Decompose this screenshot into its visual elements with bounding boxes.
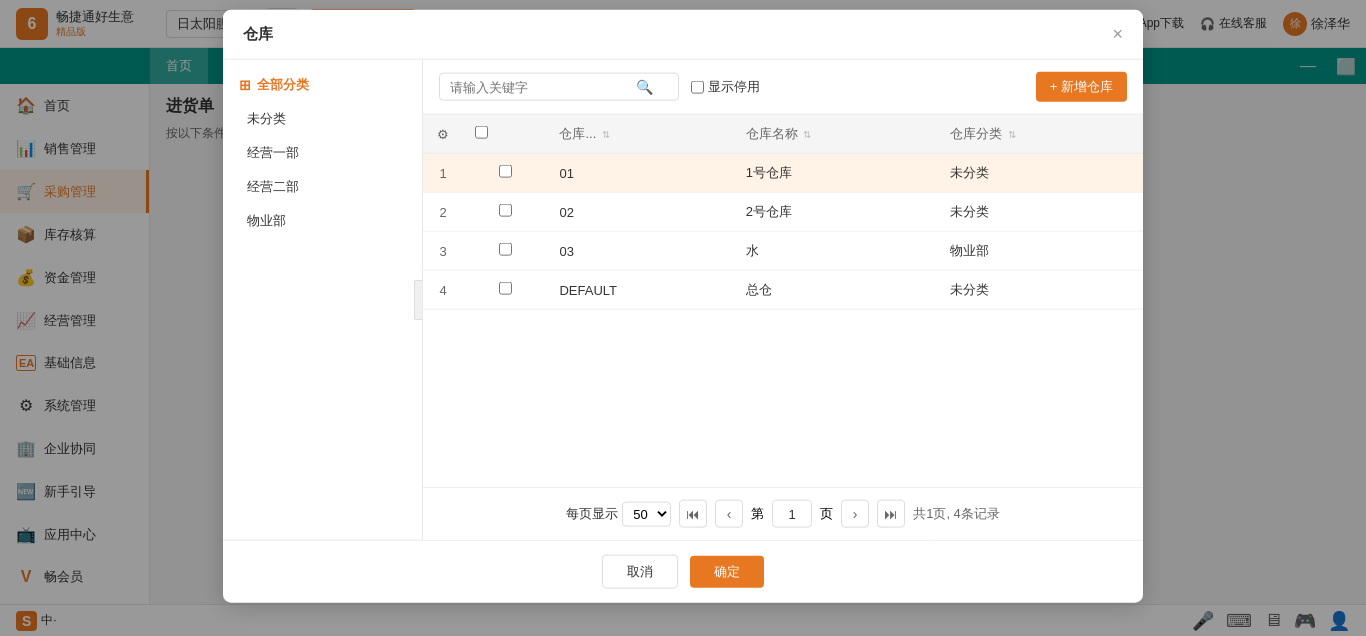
th-checkbox bbox=[463, 115, 547, 154]
row-num: 3 bbox=[423, 231, 463, 270]
page-info: 共1页, 4条记录 bbox=[913, 505, 1000, 523]
page-size-wrap: 每页显示 50 bbox=[566, 501, 671, 526]
warehouse-modal: 仓库 × ⊞ 全部分类 未分类 经营一部 经营二部 物业部 《 bbox=[223, 10, 1143, 603]
row-name: 水 bbox=[734, 231, 939, 270]
table-row[interactable]: 3 03 水 物业部 bbox=[423, 231, 1143, 270]
category-item-unclassified[interactable]: 未分类 bbox=[223, 102, 422, 136]
next-page-button[interactable]: › bbox=[841, 500, 869, 528]
table-row[interactable]: 4 DEFAULT 总仓 未分类 bbox=[423, 270, 1143, 309]
modal-body: ⊞ 全部分类 未分类 经营一部 经营二部 物业部 《 bbox=[223, 60, 1143, 540]
row-checkbox[interactable] bbox=[463, 153, 547, 192]
add-warehouse-button[interactable]: + 新增仓库 bbox=[1036, 72, 1127, 102]
row-name: 2号仓库 bbox=[734, 192, 939, 231]
row-num: 4 bbox=[423, 270, 463, 309]
row-category: 未分类 bbox=[938, 153, 1143, 192]
content-panel: 🔍 显示停用 + 新增仓库 ⚙ bbox=[423, 60, 1143, 540]
row-category: 未分类 bbox=[938, 192, 1143, 231]
row-category: 未分类 bbox=[938, 270, 1143, 309]
row-select-checkbox[interactable] bbox=[499, 165, 512, 178]
th-category[interactable]: 仓库分类 ⇅ bbox=[938, 115, 1143, 154]
sort-icon: ⇅ bbox=[1008, 129, 1016, 140]
modal-footer: 取消 确定 bbox=[223, 540, 1143, 603]
confirm-button[interactable]: 确定 bbox=[690, 556, 764, 588]
row-select-checkbox[interactable] bbox=[499, 243, 512, 256]
show-disabled-checkbox[interactable] bbox=[691, 80, 704, 93]
warehouse-table: ⚙ 仓库... ⇅ 仓库名称 ⇅ bbox=[423, 115, 1143, 310]
category-item-ops2[interactable]: 经营二部 bbox=[223, 170, 422, 204]
row-select-checkbox[interactable] bbox=[499, 204, 512, 217]
row-select-checkbox[interactable] bbox=[499, 282, 512, 295]
cancel-button[interactable]: 取消 bbox=[602, 555, 678, 589]
search-bar: 🔍 显示停用 + 新增仓库 bbox=[423, 60, 1143, 115]
select-all-checkbox[interactable] bbox=[475, 126, 488, 139]
category-item-property[interactable]: 物业部 bbox=[223, 204, 422, 238]
row-code: DEFAULT bbox=[547, 270, 733, 309]
category-item-ops1[interactable]: 经营一部 bbox=[223, 136, 422, 170]
row-checkbox[interactable] bbox=[463, 270, 547, 309]
sort-icon: ⇅ bbox=[803, 129, 811, 140]
first-page-button[interactable]: ⏮ bbox=[679, 500, 707, 528]
row-code: 01 bbox=[547, 153, 733, 192]
row-code: 02 bbox=[547, 192, 733, 231]
last-page-button[interactable]: ⏭ bbox=[877, 500, 905, 528]
table-row[interactable]: 2 02 2号仓库 未分类 bbox=[423, 192, 1143, 231]
page-input[interactable] bbox=[772, 500, 812, 528]
category-panel: ⊞ 全部分类 未分类 经营一部 经营二部 物业部 《 bbox=[223, 60, 423, 540]
row-num: 2 bbox=[423, 192, 463, 231]
show-disabled-label[interactable]: 显示停用 bbox=[691, 78, 760, 96]
row-checkbox[interactable] bbox=[463, 192, 547, 231]
modal-close-button[interactable]: × bbox=[1112, 24, 1123, 45]
grid-icon: ⊞ bbox=[239, 77, 251, 93]
search-icon[interactable]: 🔍 bbox=[636, 79, 653, 95]
modal-title: 仓库 bbox=[243, 25, 273, 44]
th-code[interactable]: 仓库... ⇅ bbox=[547, 115, 733, 154]
row-category: 物业部 bbox=[938, 231, 1143, 270]
table-row[interactable]: 1 01 1号仓库 未分类 bbox=[423, 153, 1143, 192]
pagination: 每页显示 50 ⏮ ‹ 第 页 › ⏭ 共1页, 4条记录 bbox=[423, 487, 1143, 540]
modal-header: 仓库 × bbox=[223, 10, 1143, 60]
search-input-wrap: 🔍 bbox=[439, 73, 679, 101]
gear-col-icon: ⚙ bbox=[437, 126, 449, 141]
th-gear[interactable]: ⚙ bbox=[423, 115, 463, 154]
th-name[interactable]: 仓库名称 ⇅ bbox=[734, 115, 939, 154]
row-name: 1号仓库 bbox=[734, 153, 939, 192]
table-header-row: ⚙ 仓库... ⇅ 仓库名称 ⇅ bbox=[423, 115, 1143, 154]
warehouse-table-wrap: ⚙ 仓库... ⇅ 仓库名称 ⇅ bbox=[423, 115, 1143, 487]
search-input[interactable] bbox=[450, 79, 630, 94]
row-name: 总仓 bbox=[734, 270, 939, 309]
category-collapse-button[interactable]: 《 bbox=[414, 280, 423, 320]
category-all[interactable]: ⊞ 全部分类 bbox=[223, 68, 422, 102]
row-checkbox[interactable] bbox=[463, 231, 547, 270]
page-size-select[interactable]: 50 bbox=[622, 501, 671, 526]
row-code: 03 bbox=[547, 231, 733, 270]
row-num: 1 bbox=[423, 153, 463, 192]
sort-icon: ⇅ bbox=[602, 129, 610, 140]
prev-page-button[interactable]: ‹ bbox=[715, 500, 743, 528]
collapse-icon: 《 bbox=[418, 291, 423, 308]
